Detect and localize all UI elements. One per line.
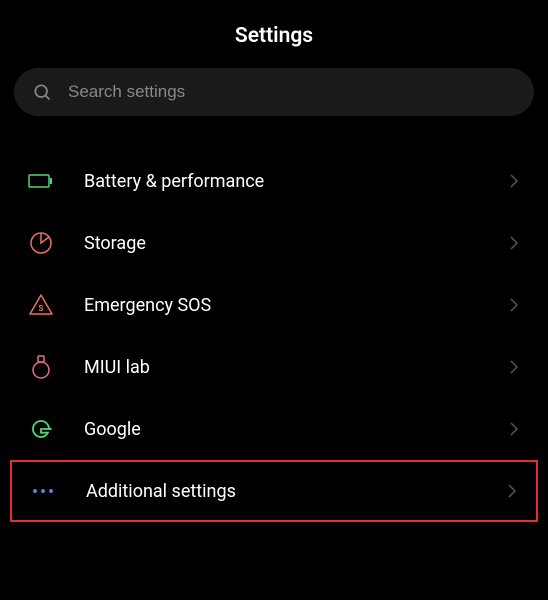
storage-icon bbox=[28, 230, 54, 256]
settings-item-label: Additional settings bbox=[86, 481, 506, 502]
settings-item-label: Emergency SOS bbox=[84, 295, 508, 316]
battery-icon bbox=[28, 168, 54, 194]
chevron-right-icon bbox=[508, 175, 520, 187]
google-icon bbox=[28, 416, 54, 442]
settings-item-label: Battery & performance bbox=[84, 171, 508, 192]
settings-item-miuilab[interactable]: MIUI lab bbox=[0, 336, 548, 398]
settings-item-emergency[interactable]: S Emergency SOS bbox=[0, 274, 548, 336]
chevron-right-icon bbox=[508, 423, 520, 435]
flask-icon bbox=[28, 354, 54, 380]
chevron-right-icon bbox=[506, 485, 518, 497]
chevron-right-icon bbox=[508, 237, 520, 249]
settings-item-storage[interactable]: Storage bbox=[0, 212, 548, 274]
search-bar[interactable] bbox=[14, 68, 534, 116]
svg-text:S: S bbox=[39, 304, 44, 313]
settings-item-battery[interactable]: Battery & performance bbox=[0, 150, 548, 212]
emergency-icon: S bbox=[28, 292, 54, 318]
settings-item-label: MIUI lab bbox=[84, 357, 508, 378]
settings-item-label: Google bbox=[84, 419, 508, 440]
chevron-right-icon bbox=[508, 299, 520, 311]
settings-item-label: Storage bbox=[84, 233, 508, 254]
dots-icon bbox=[30, 478, 56, 504]
chevron-right-icon bbox=[508, 361, 520, 373]
settings-item-google[interactable]: Google bbox=[0, 398, 548, 460]
header: Settings bbox=[0, 0, 548, 68]
settings-list: Battery & performance Storage S bbox=[0, 140, 548, 522]
search-input[interactable] bbox=[68, 82, 516, 102]
search-icon bbox=[32, 82, 52, 102]
page-title: Settings bbox=[0, 24, 548, 48]
settings-item-additional[interactable]: Additional settings bbox=[10, 460, 538, 522]
